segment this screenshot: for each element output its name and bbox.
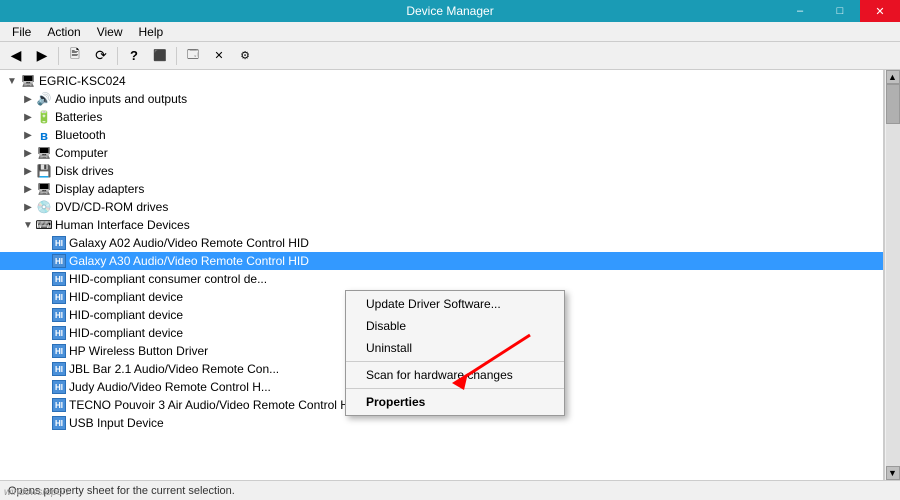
- expand-root[interactable]: ▼: [4, 73, 20, 89]
- audio-icon: 🔊: [36, 91, 52, 107]
- battery-icon: 🔋: [36, 109, 52, 125]
- toolbar-separator-3: [176, 47, 177, 65]
- scrollbar[interactable]: ▲ ▼: [884, 70, 900, 480]
- hid-label: Human Interface Devices: [55, 218, 190, 232]
- tree-diskdrives[interactable]: ▶ 💾 Disk drives: [0, 162, 883, 180]
- scroll-down[interactable]: ▼: [886, 466, 900, 480]
- title-bar: Device Manager – □ ✕: [0, 0, 900, 22]
- tree-galaxy-a30[interactable]: HI Galaxy A30 Audio/Video Remote Control…: [0, 252, 883, 270]
- hp-wireless-icon: HI: [52, 344, 66, 358]
- hid-icon: ⌨: [36, 217, 52, 233]
- expand-computer[interactable]: ▶: [20, 145, 36, 161]
- expand-hid[interactable]: ▼: [20, 217, 36, 233]
- scroll-up[interactable]: ▲: [886, 70, 900, 84]
- expand-display[interactable]: ▶: [20, 181, 36, 197]
- jbl-label: JBL Bar 2.1 Audio/Video Remote Con...: [69, 362, 279, 376]
- expand-disk[interactable]: ▶: [20, 163, 36, 179]
- minimize-button[interactable]: –: [780, 0, 820, 22]
- back-button[interactable]: ◀: [4, 45, 28, 67]
- usb-input-icon: HI: [52, 416, 66, 430]
- hid-compliant-2-label: HID-compliant device: [69, 308, 183, 322]
- hid-compliant-1-icon: HI: [52, 290, 66, 304]
- judy-label: Judy Audio/Video Remote Control H...: [69, 380, 271, 394]
- diskdrives-label: Disk drives: [55, 164, 114, 178]
- scroll-track: [886, 84, 900, 466]
- tree-hid[interactable]: ▼ ⌨ Human Interface Devices: [0, 216, 883, 234]
- tree-dvd[interactable]: ▶ 💿 DVD/CD-ROM drives: [0, 198, 883, 216]
- expand-batteries[interactable]: ▶: [20, 109, 36, 125]
- dvd-icon: 💿: [36, 199, 52, 215]
- toolbar-separator-2: [117, 47, 118, 65]
- expand-galaxy-a30: [36, 253, 52, 269]
- display-icon: 🖥: [36, 181, 52, 197]
- refresh-button[interactable]: ⟳: [89, 45, 113, 67]
- hp-wireless-label: HP Wireless Button Driver: [69, 344, 208, 358]
- hid-compliant-3-label: HID-compliant device: [69, 326, 183, 340]
- expand-galaxy-a02: [36, 235, 52, 251]
- hid-compliant-3-icon: HI: [52, 326, 66, 340]
- tree-hid-consumer[interactable]: HI HID-compliant consumer control de...: [0, 270, 883, 288]
- root-label: EGRIC-KSC024: [39, 74, 126, 88]
- add-button[interactable]: 🗔: [181, 45, 205, 67]
- tree-bluetooth[interactable]: ▶ ʙ Bluetooth: [0, 126, 883, 144]
- help-button[interactable]: ?: [122, 45, 146, 67]
- tree-usb-input[interactable]: HI USB Input Device: [0, 414, 883, 432]
- tecno-icon: HI: [52, 398, 66, 412]
- window-title: Device Manager: [406, 4, 493, 18]
- bluetooth-icon: ʙ: [36, 127, 52, 143]
- tree-audio[interactable]: ▶ 🔊 Audio inputs and outputs: [0, 90, 883, 108]
- usb-input-label: USB Input Device: [69, 416, 164, 430]
- hid-device-icon-a02: HI: [52, 236, 66, 250]
- tree-display[interactable]: ▶ 🖥 Display adapters: [0, 180, 883, 198]
- display-label: Display adapters: [55, 182, 144, 196]
- close-button[interactable]: ✕: [860, 0, 900, 22]
- device-tree[interactable]: ▼ 🖥 EGRIC-KSC024 ▶ 🔊 Audio inputs and ou…: [0, 70, 884, 480]
- toolbar-separator-1: [58, 47, 59, 65]
- menu-action[interactable]: Action: [39, 23, 88, 41]
- forward-button[interactable]: ▶: [30, 45, 54, 67]
- arrow-indicator: [430, 325, 550, 408]
- judy-icon: HI: [52, 380, 66, 394]
- context-update-driver[interactable]: Update Driver Software...: [346, 293, 564, 315]
- maximize-button[interactable]: □: [820, 0, 860, 22]
- menu-bar: File Action View Help: [0, 22, 900, 42]
- tree-root[interactable]: ▼ 🖥 EGRIC-KSC024: [0, 72, 883, 90]
- tecno-label: TECNO Pouvoir 3 Air Audio/Video Remote C…: [69, 398, 361, 412]
- hid-device-icon-a30: HI: [52, 254, 66, 268]
- hid-consumer-icon: HI: [52, 272, 66, 286]
- menu-help[interactable]: Help: [131, 23, 172, 41]
- main-content: ▼ 🖥 EGRIC-KSC024 ▶ 🔊 Audio inputs and ou…: [0, 70, 900, 480]
- audio-label: Audio inputs and outputs: [55, 92, 187, 106]
- computer-icon: 🖥: [20, 73, 36, 89]
- dvd-label: DVD/CD-ROM drives: [55, 200, 168, 214]
- status-bar: Opens property sheet for the current sel…: [0, 480, 900, 500]
- hid-compliant-1-label: HID-compliant device: [69, 290, 183, 304]
- jbl-icon: HI: [52, 362, 66, 376]
- menu-file[interactable]: File: [4, 23, 39, 41]
- watermark: windowsreport: [4, 487, 68, 498]
- disk-icon: 💾: [36, 163, 52, 179]
- toolbar: ◀ ▶ 🖹 ⟳ ? ⬛ 🗔 ✕ ⚙: [0, 42, 900, 70]
- expand-audio[interactable]: ▶: [20, 91, 36, 107]
- galaxy-a02-label: Galaxy A02 Audio/Video Remote Control HI…: [69, 236, 309, 250]
- expand-bluetooth[interactable]: ▶: [20, 127, 36, 143]
- remove-button[interactable]: ✕: [207, 45, 231, 67]
- scroll-thumb[interactable]: [886, 84, 900, 124]
- hid-consumer-label: HID-compliant consumer control de...: [69, 272, 267, 286]
- tree-computer[interactable]: ▶ 🖥 Computer: [0, 144, 883, 162]
- window-controls: – □ ✕: [780, 0, 900, 22]
- scan-button[interactable]: ⬛: [148, 45, 172, 67]
- more-button[interactable]: ⚙: [233, 45, 257, 67]
- tree-batteries[interactable]: ▶ 🔋 Batteries: [0, 108, 883, 126]
- menu-view[interactable]: View: [89, 23, 131, 41]
- hid-compliant-2-icon: HI: [52, 308, 66, 322]
- tree-galaxy-a02[interactable]: HI Galaxy A02 Audio/Video Remote Control…: [0, 234, 883, 252]
- batteries-label: Batteries: [55, 110, 102, 124]
- bluetooth-label: Bluetooth: [55, 128, 106, 142]
- properties-button[interactable]: 🖹: [63, 45, 87, 67]
- computer-sm-icon: 🖥: [36, 145, 52, 161]
- expand-dvd[interactable]: ▶: [20, 199, 36, 215]
- computer-label: Computer: [55, 146, 108, 160]
- galaxy-a30-label: Galaxy A30 Audio/Video Remote Control HI…: [69, 254, 309, 268]
